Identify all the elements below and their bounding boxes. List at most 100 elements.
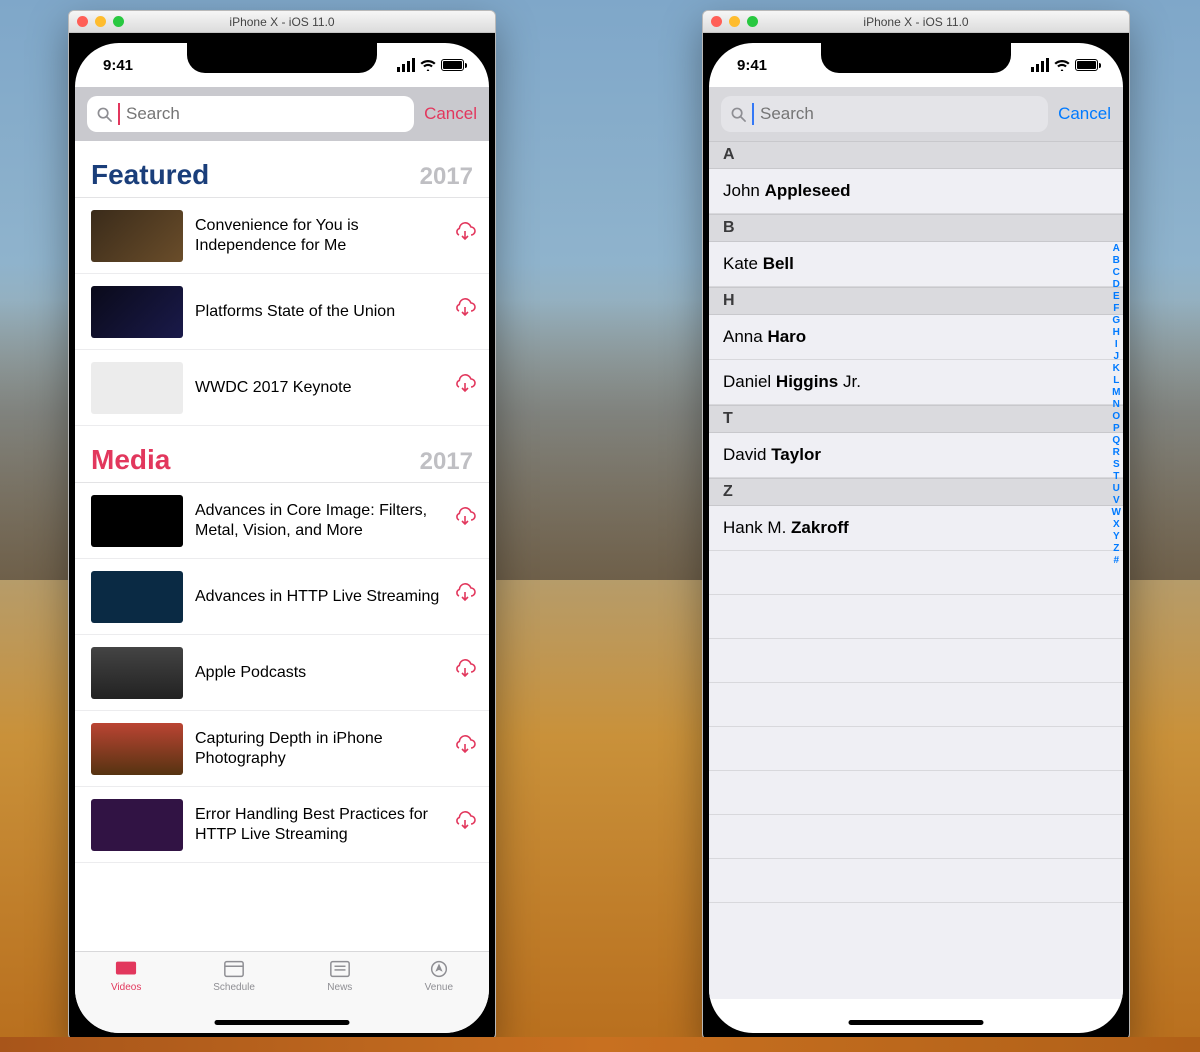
close-button[interactable] — [77, 16, 88, 27]
contacts-list[interactable]: AJohn AppleseedBKate BellHAnna HaroDanie… — [709, 141, 1123, 999]
cancel-button[interactable]: Cancel — [1058, 104, 1111, 124]
contact-row[interactable]: Kate Bell — [709, 242, 1123, 287]
video-row[interactable]: WWDC 2017 Keynote — [75, 350, 489, 426]
video-thumbnail — [91, 362, 183, 414]
section-index[interactable]: ABCDEFGHIJKLMNOPQRSTUVWXYZ# — [1112, 243, 1121, 566]
index-letter[interactable]: K — [1113, 363, 1120, 374]
video-row[interactable]: Advances in HTTP Live Streaming — [75, 559, 489, 635]
text-cursor — [118, 103, 120, 125]
index-letter[interactable]: M — [1112, 387, 1120, 398]
video-title: WWDC 2017 Keynote — [195, 378, 441, 398]
index-letter[interactable]: F — [1113, 303, 1119, 314]
tab-label: Venue — [425, 982, 453, 993]
tab-venue[interactable]: Venue — [425, 958, 453, 1033]
download-icon[interactable] — [453, 734, 477, 763]
index-letter[interactable]: L — [1113, 375, 1119, 386]
macos-desktop: iPhone X - iOS 11.0 9:41 — [0, 0, 1200, 1052]
video-thumbnail — [91, 647, 183, 699]
index-letter[interactable]: W — [1112, 507, 1121, 518]
cellular-signal-icon — [1031, 58, 1049, 72]
index-letter[interactable]: B — [1113, 255, 1120, 266]
index-letter[interactable]: # — [1113, 555, 1119, 566]
download-icon[interactable] — [453, 221, 477, 250]
tab-icon — [327, 958, 353, 980]
tab-videos[interactable]: Videos — [111, 958, 141, 1033]
index-letter[interactable]: J — [1113, 351, 1119, 362]
index-letter[interactable]: N — [1113, 399, 1120, 410]
index-letter[interactable]: O — [1112, 411, 1120, 422]
video-thumbnail — [91, 723, 183, 775]
device-bezel: 9:41 Cancel Featured2017Conveni — [69, 33, 495, 1039]
search-field[interactable] — [87, 96, 414, 132]
download-icon[interactable] — [453, 297, 477, 326]
video-row[interactable]: Apple Podcasts — [75, 635, 489, 711]
minimize-button[interactable] — [729, 16, 740, 27]
search-input[interactable] — [760, 104, 1038, 124]
index-letter[interactable]: D — [1113, 279, 1120, 290]
empty-row — [709, 639, 1123, 683]
video-row[interactable]: Convenience for You is Independence for … — [75, 198, 489, 274]
empty-row — [709, 771, 1123, 815]
index-letter[interactable]: Z — [1113, 543, 1119, 554]
search-field[interactable] — [721, 96, 1048, 132]
minimize-button[interactable] — [95, 16, 106, 27]
index-letter[interactable]: Y — [1113, 531, 1120, 542]
home-indicator[interactable] — [849, 1020, 984, 1025]
video-row[interactable]: Capturing Depth in iPhone Photography — [75, 711, 489, 787]
empty-row — [709, 727, 1123, 771]
simulator-window-right: iPhone X - iOS 11.0 9:41 — [702, 10, 1130, 1040]
zoom-button[interactable] — [113, 16, 124, 27]
device-bezel: 9:41 Cancel AJohn AppleseedBKat — [703, 33, 1129, 1039]
video-title: Platforms State of the Union — [195, 302, 441, 322]
video-row[interactable]: Platforms State of the Union — [75, 274, 489, 350]
video-row[interactable]: Advances in Core Image: Filters, Metal, … — [75, 483, 489, 559]
index-letter[interactable]: S — [1113, 459, 1120, 470]
index-letter[interactable]: P — [1113, 423, 1120, 434]
index-letter[interactable]: I — [1115, 339, 1118, 350]
download-icon[interactable] — [453, 582, 477, 611]
window-titlebar[interactable]: iPhone X - iOS 11.0 — [69, 11, 495, 33]
contact-row[interactable]: David Taylor — [709, 433, 1123, 478]
download-icon[interactable] — [453, 810, 477, 839]
contact-row[interactable]: Anna Haro — [709, 315, 1123, 360]
search-input[interactable] — [126, 104, 404, 124]
tab-icon — [426, 958, 452, 980]
index-section-header: T — [709, 405, 1123, 433]
index-letter[interactable]: U — [1113, 483, 1120, 494]
index-letter[interactable]: T — [1113, 471, 1119, 482]
index-section-header: B — [709, 214, 1123, 242]
contact-row[interactable]: John Appleseed — [709, 169, 1123, 214]
empty-row — [709, 595, 1123, 639]
index-letter[interactable]: G — [1112, 315, 1120, 326]
traffic-lights — [77, 16, 124, 27]
index-letter[interactable]: C — [1113, 267, 1120, 278]
index-letter[interactable]: X — [1113, 519, 1120, 530]
section-title: Featured — [91, 159, 209, 191]
download-icon[interactable] — [453, 658, 477, 687]
index-letter[interactable]: R — [1113, 447, 1120, 458]
index-letter[interactable]: A — [1113, 243, 1120, 254]
search-bar: Cancel — [709, 87, 1123, 141]
cellular-signal-icon — [397, 58, 415, 72]
contact-row[interactable]: Hank M. Zakroff — [709, 506, 1123, 551]
video-thumbnail — [91, 495, 183, 547]
video-title: Advances in HTTP Live Streaming — [195, 587, 441, 607]
tab-icon — [113, 958, 139, 980]
zoom-button[interactable] — [747, 16, 758, 27]
window-titlebar[interactable]: iPhone X - iOS 11.0 — [703, 11, 1129, 33]
tab-icon — [221, 958, 247, 980]
download-icon[interactable] — [453, 506, 477, 535]
download-icon[interactable] — [453, 373, 477, 402]
index-letter[interactable]: V — [1113, 495, 1120, 506]
home-indicator[interactable] — [215, 1020, 350, 1025]
cancel-button[interactable]: Cancel — [424, 104, 477, 124]
videos-list[interactable]: Featured2017Convenience for You is Indep… — [75, 141, 489, 951]
video-title: Capturing Depth in iPhone Photography — [195, 729, 441, 769]
close-button[interactable] — [711, 16, 722, 27]
contact-row[interactable]: Daniel Higgins Jr. — [709, 360, 1123, 405]
index-letter[interactable]: H — [1113, 327, 1120, 338]
iphone-x-screen: 9:41 Cancel AJohn AppleseedBKat — [709, 43, 1123, 1033]
index-letter[interactable]: E — [1113, 291, 1120, 302]
index-letter[interactable]: Q — [1112, 435, 1120, 446]
video-row[interactable]: Error Handling Best Practices for HTTP L… — [75, 787, 489, 863]
